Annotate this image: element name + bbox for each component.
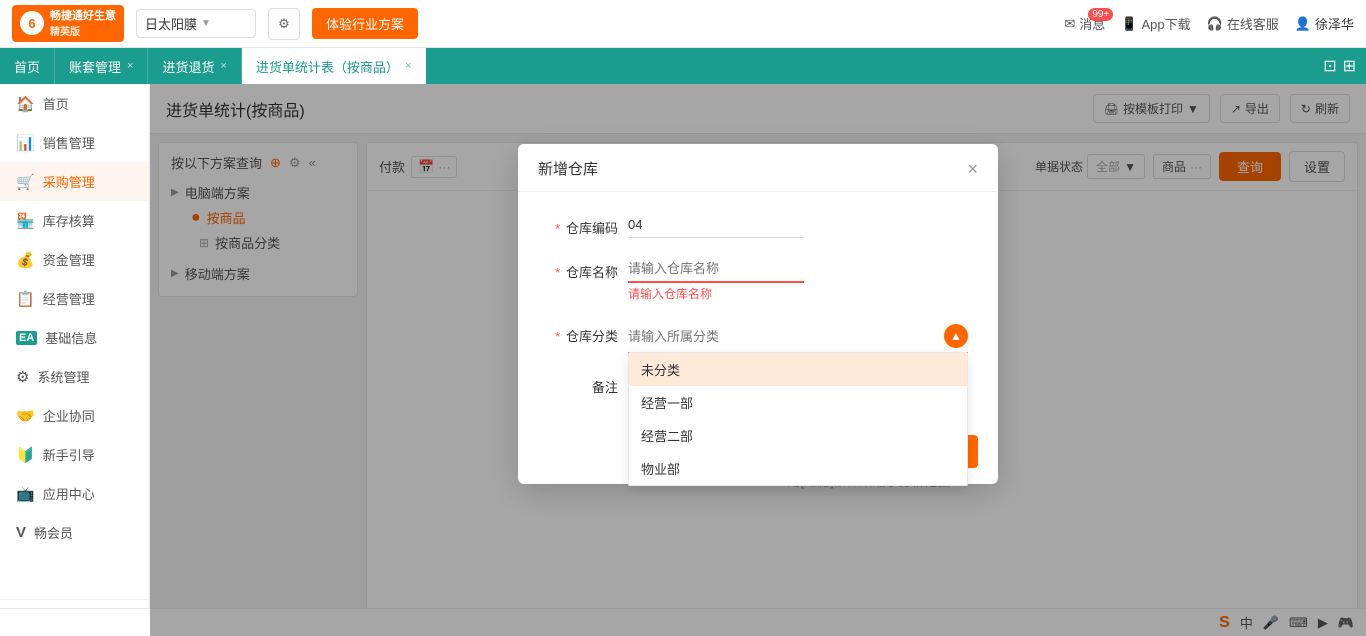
main-layout: 🏠 首页 📊 销售管理 🛒 采购管理 🏪 库存核算 💰 资金管理 📋 经营管理 … xyxy=(0,84,1366,636)
sidebar-item-finance[interactable]: 💰 资金管理 xyxy=(0,240,149,279)
modal-body: * 仓库编码 * 仓库名称 xyxy=(518,192,998,425)
sidebar-item-inventory[interactable]: 🏪 库存核算 xyxy=(0,201,149,240)
sidebar-item-purchase[interactable]: 🛒 采购管理 xyxy=(0,162,149,201)
sidebar-item-home[interactable]: 🏠 首页 xyxy=(0,84,149,123)
notification-badge: 99+ xyxy=(1088,8,1113,21)
trial-button[interactable]: 体验行业方案 xyxy=(312,8,418,39)
tab-close-icon[interactable]: × xyxy=(405,60,411,72)
tab-accounts[interactable]: 账套管理 × xyxy=(55,48,148,84)
tab-close-icon[interactable]: × xyxy=(220,60,226,72)
category-input[interactable] xyxy=(628,329,944,344)
logo-icon: 6 xyxy=(20,11,44,35)
sales-icon: 📊 xyxy=(16,134,35,152)
member-icon: V xyxy=(16,524,26,541)
header-right: ✉ 消息 99+ 📱 App下载 🎧 在线客服 👤 徐泽华 xyxy=(1064,14,1354,33)
system-icon: ⚙ xyxy=(16,368,29,386)
logo-sub: 精英版 xyxy=(50,23,116,38)
category-input-row: ▲ xyxy=(628,320,968,353)
notification-button[interactable]: ✉ 消息 99+ xyxy=(1064,14,1105,33)
warehouse-code-input[interactable] xyxy=(628,212,804,238)
avatar-icon: 👤 xyxy=(1295,16,1311,32)
gear-icon: ⚙ xyxy=(278,16,290,32)
sidebar-item-basic-info[interactable]: EA 基础信息 xyxy=(0,318,149,357)
modal-header: 新增仓库 × xyxy=(518,144,998,192)
content-area: 进货单统计(按商品) 🖨 按模板打印 ▼ ↗ 导出 ↻ 刷新 xyxy=(150,84,1366,636)
modal-close-button[interactable]: × xyxy=(967,160,978,178)
message-icon: ✉ xyxy=(1064,16,1075,32)
headset-icon: 🎧 xyxy=(1207,16,1223,32)
logo-area: 6 畅捷通好生意 精英版 xyxy=(12,5,124,42)
enterprise-icon: 🤝 xyxy=(16,407,35,425)
store-name: 日太阳膜 xyxy=(145,14,197,33)
chevron-up-icon: ▲ xyxy=(950,329,962,343)
sidebar-item-guide[interactable]: 🔰 新手引导 xyxy=(0,435,149,474)
guide-icon: 🔰 xyxy=(16,446,35,464)
notes-label: 备注 xyxy=(548,371,628,396)
sidebar: 🏠 首页 📊 销售管理 🛒 采购管理 🏪 库存核算 💰 资金管理 📋 经营管理 … xyxy=(0,84,150,636)
logo-name: 畅捷通好生意 xyxy=(50,9,116,23)
warehouse-name-input[interactable] xyxy=(628,256,804,283)
tab-controls: ⊡ ⊞ xyxy=(1313,56,1366,76)
add-warehouse-modal: 新增仓库 × * 仓库编码 xyxy=(518,144,998,484)
dropdown-item-dept3[interactable]: 物业部 xyxy=(629,452,967,485)
finance-icon: 💰 xyxy=(16,251,35,269)
warehouse-category-row: * 仓库分类 ▲ 未分类 xyxy=(548,320,968,353)
warehouse-name-row: * 仓库名称 请输入仓库名称 xyxy=(548,256,968,302)
dropdown-arrow-icon: ▼ xyxy=(201,18,211,29)
name-error-hint: 请输入仓库名称 xyxy=(628,285,968,302)
nav-tabs: 首页 账套管理 × 进货退货 × 进货单统计表（按商品） × ⊡ ⊞ xyxy=(0,48,1366,84)
sidebar-item-operation[interactable]: 📋 经营管理 xyxy=(0,279,149,318)
sidebar-item-app-center[interactable]: 📺 应用中心 xyxy=(0,474,149,513)
online-service-button[interactable]: 🎧 在线客服 xyxy=(1207,14,1279,33)
category-label: * 仓库分类 xyxy=(548,320,628,345)
sidebar-item-system[interactable]: ⚙ 系统管理 xyxy=(0,357,149,396)
tab-purchase-return[interactable]: 进货退货 × xyxy=(148,48,241,84)
tab-close-icon[interactable]: × xyxy=(127,60,133,72)
sidebar-item-enterprise[interactable]: 🤝 企业协同 xyxy=(0,396,149,435)
user-menu-button[interactable]: 👤 徐泽华 xyxy=(1295,14,1354,33)
settings-button[interactable]: ⚙ xyxy=(268,8,300,40)
name-field-wrap: 请输入仓库名称 xyxy=(628,256,968,302)
home-icon: 🏠 xyxy=(16,95,35,113)
dropdown-item-dept1[interactable]: 经营一部 xyxy=(629,386,967,419)
store-selector[interactable]: 日太阳膜 ▼ xyxy=(136,9,256,38)
dropdown-item-unclassified[interactable]: 未分类 xyxy=(629,353,967,386)
phone-icon: 📱 xyxy=(1121,16,1137,32)
restore-icon[interactable]: ⊡ xyxy=(1323,56,1336,76)
tab-home[interactable]: 首页 xyxy=(0,48,55,84)
category-dropdown: 未分类 经营一部 经营二部 物业部 xyxy=(628,352,968,486)
expand-icon[interactable]: ⊞ xyxy=(1343,56,1356,76)
code-field-wrap xyxy=(628,212,968,238)
category-toggle-button[interactable]: ▲ xyxy=(944,324,968,348)
app-center-icon: 📺 xyxy=(16,485,35,503)
code-label: * 仓库编码 xyxy=(548,212,628,237)
user-name: 徐泽华 xyxy=(1315,14,1354,33)
warehouse-code-row: * 仓库编码 xyxy=(548,212,968,238)
sidebar-item-sales[interactable]: 📊 销售管理 xyxy=(0,123,149,162)
modal-backdrop: 新增仓库 × * 仓库编码 xyxy=(150,84,1366,636)
operation-icon: 📋 xyxy=(16,290,35,308)
basic-info-icon: EA xyxy=(16,331,37,345)
app-download-button[interactable]: 📱 App下载 xyxy=(1121,14,1190,33)
inventory-icon: 🏪 xyxy=(16,212,35,230)
category-field-wrap: ▲ 未分类 经营一部 经营二部 物业部 xyxy=(628,320,968,353)
tab-purchase-stats[interactable]: 进货单统计表（按商品） × xyxy=(242,48,426,84)
sidebar-item-member[interactable]: V 畅会员 xyxy=(0,513,149,552)
name-label: * 仓库名称 xyxy=(548,256,628,281)
modal-title: 新增仓库 xyxy=(538,158,598,179)
top-header: 6 畅捷通好生意 精英版 日太阳膜 ▼ ⚙ 体验行业方案 ✉ 消息 99+ 📱 … xyxy=(0,0,1366,48)
dropdown-item-dept2[interactable]: 经营二部 xyxy=(629,419,967,452)
purchase-icon: 🛒 xyxy=(16,173,35,191)
